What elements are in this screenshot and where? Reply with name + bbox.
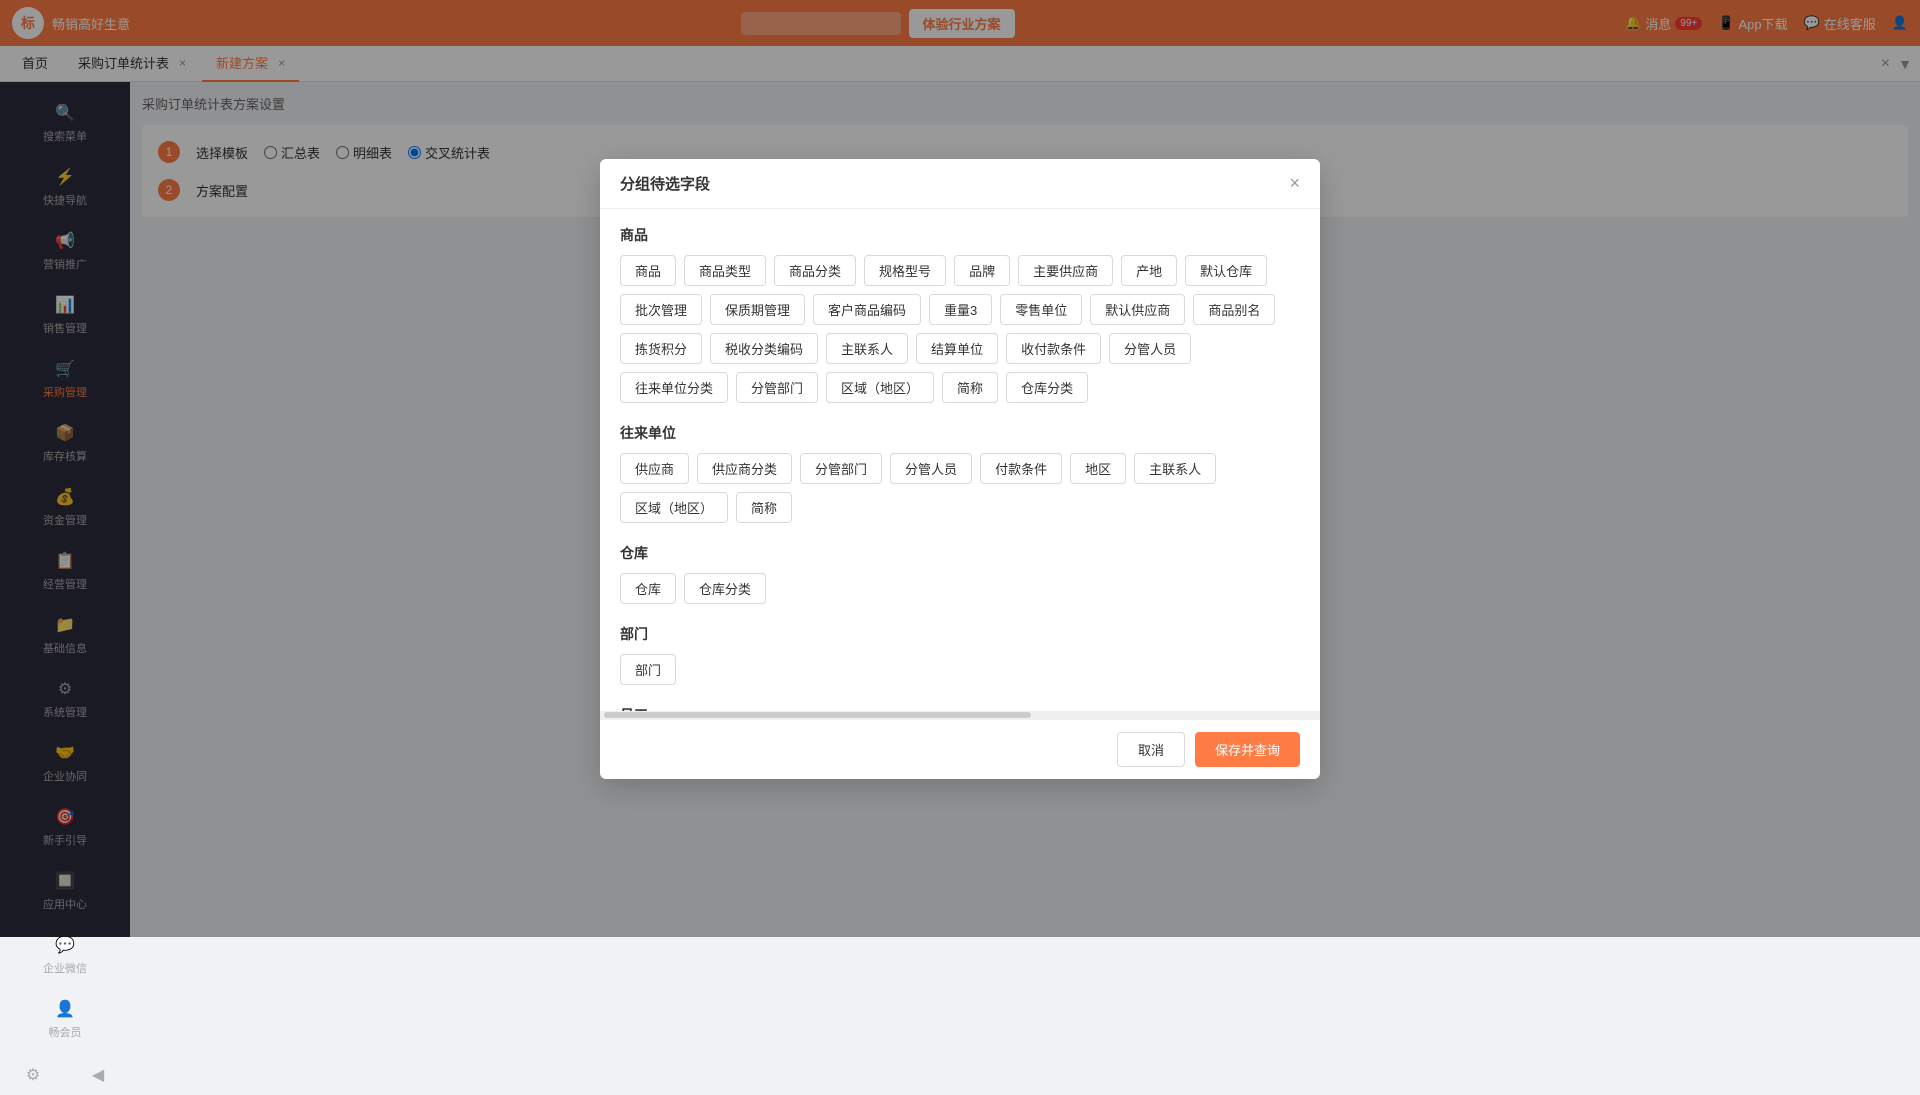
modal-title: 分组待选字段 [620, 173, 710, 194]
field-tags-仓库: 仓库仓库分类 [620, 573, 1300, 604]
field-tag-主联系人[interactable]: 主联系人 [826, 333, 908, 364]
field-tag-分管部门[interactable]: 分管部门 [736, 372, 818, 403]
modal-footer: 取消 保存并查询 [600, 719, 1320, 779]
field-group-往来单位: 往来单位供应商供应商分类分管部门分管人员付款条件地区主联系人区域（地区） 简称 [620, 423, 1300, 523]
field-group-title-仓库: 仓库 [620, 543, 1300, 563]
field-tag-供应商[interactable]: 供应商 [620, 453, 689, 484]
field-tag-往来单位分类[interactable]: 往来单位分类 [620, 372, 728, 403]
field-tag-默认供应商[interactable]: 默认供应商 [1090, 294, 1185, 325]
field-tag-仓库分类[interactable]: 仓库分类 [1006, 372, 1088, 403]
field-tags-往来单位: 供应商供应商分类分管部门分管人员付款条件地区主联系人区域（地区） 简称 [620, 453, 1300, 523]
sidebar-collapse-icon[interactable]: ◀ [92, 1065, 104, 1085]
modal-scrollbar-thumb [604, 712, 1031, 718]
modal-header: 分组待选字段 × [600, 159, 1320, 209]
field-tag-主联系人[interactable]: 主联系人 [1134, 453, 1216, 484]
field-tag-分管人员[interactable]: 分管人员 [890, 453, 972, 484]
field-group-title-商品: 商品 [620, 225, 1300, 245]
field-tag-主要供应商[interactable]: 主要供应商 [1018, 255, 1113, 286]
field-tag-结算单位[interactable]: 结算单位 [916, 333, 998, 364]
field-group-商品: 商品商品商品类型商品分类规格型号品牌主要供应商产地默认仓库批次管理保质期管理客户… [620, 225, 1300, 403]
field-group-部门: 部门部门 [620, 624, 1300, 685]
field-tags-部门: 部门 [620, 654, 1300, 685]
modal-close-button[interactable]: × [1289, 173, 1300, 194]
field-tag-默认仓库[interactable]: 默认仓库 [1185, 255, 1267, 286]
sidebar-icon-畅会员: 👤 [54, 998, 76, 1020]
modal-body: 商品商品商品类型商品分类规格型号品牌主要供应商产地默认仓库批次管理保质期管理客户… [600, 209, 1320, 711]
sidebar-icon-企业微信: 💬 [54, 934, 76, 956]
field-tags-商品: 商品商品类型商品分类规格型号品牌主要供应商产地默认仓库批次管理保质期管理客户商品… [620, 255, 1300, 403]
modal-dialog: 分组待选字段 × 商品商品商品类型商品分类规格型号品牌主要供应商产地默认仓库批次… [600, 159, 1320, 779]
field-tag-重量3[interactable]: 重量3 [929, 294, 992, 325]
field-tag-产地[interactable]: 产地 [1121, 255, 1177, 286]
field-tag-商品别名[interactable]: 商品别名 [1193, 294, 1275, 325]
sidebar-label-畅会员: 畅会员 [49, 1024, 82, 1040]
field-tag-分管部门[interactable]: 分管部门 [800, 453, 882, 484]
field-tag-规格型号[interactable]: 规格型号 [864, 255, 946, 286]
field-tag-仓库[interactable]: 仓库 [620, 573, 676, 604]
field-tag-拣货积分[interactable]: 拣货积分 [620, 333, 702, 364]
field-tag-保质期管理[interactable]: 保质期管理 [710, 294, 805, 325]
field-group-title-部门: 部门 [620, 624, 1300, 644]
field-tag-品牌[interactable]: 品牌 [954, 255, 1010, 286]
sidebar-label-企业微信: 企业微信 [43, 960, 87, 976]
field-tag-部门[interactable]: 部门 [620, 654, 676, 685]
field-tag-零售单位[interactable]: 零售单位 [1000, 294, 1082, 325]
field-tag-商品[interactable]: 商品 [620, 255, 676, 286]
sidebar-settings-icon[interactable]: ⚙ [26, 1065, 40, 1085]
field-tag-分管人员[interactable]: 分管人员 [1109, 333, 1191, 364]
modal-backdrop: 分组待选字段 × 商品商品商品类型商品分类规格型号品牌主要供应商产地默认仓库批次… [0, 0, 1920, 937]
field-tag-收付款条件[interactable]: 收付款条件 [1006, 333, 1101, 364]
field-tag-简称[interactable]: 简称 [942, 372, 998, 403]
field-tag-商品分类[interactable]: 商品分类 [774, 255, 856, 286]
field-tag-地区[interactable]: 地区 [1070, 453, 1126, 484]
field-tag-供应商分类[interactable]: 供应商分类 [697, 453, 792, 484]
field-tag-付款条件[interactable]: 付款条件 [980, 453, 1062, 484]
modal-horizontal-scrollbar[interactable] [600, 711, 1320, 719]
field-tag-税收分类编码[interactable]: 税收分类编码 [710, 333, 818, 364]
field-tag-区域（地区）[interactable]: 区域（地区） [620, 492, 728, 523]
save-button[interactable]: 保存并查询 [1195, 732, 1300, 767]
cancel-button[interactable]: 取消 [1117, 732, 1185, 767]
sidebar-item-畅会员[interactable]: 👤 畅会员 [0, 988, 130, 1050]
field-group-title-往来单位: 往来单位 [620, 423, 1300, 443]
field-tag-仓库分类[interactable]: 仓库分类 [684, 573, 766, 604]
field-tag-简称[interactable]: 简称 [736, 492, 792, 523]
field-tag-商品类型[interactable]: 商品类型 [684, 255, 766, 286]
field-tag-批次管理[interactable]: 批次管理 [620, 294, 702, 325]
field-tag-区域（地区）[interactable]: 区域（地区） [826, 372, 934, 403]
field-tag-客户商品编码[interactable]: 客户商品编码 [813, 294, 921, 325]
field-group-仓库: 仓库仓库仓库分类 [620, 543, 1300, 604]
sidebar-bottom: ⚙ ◀ [0, 1054, 130, 1095]
